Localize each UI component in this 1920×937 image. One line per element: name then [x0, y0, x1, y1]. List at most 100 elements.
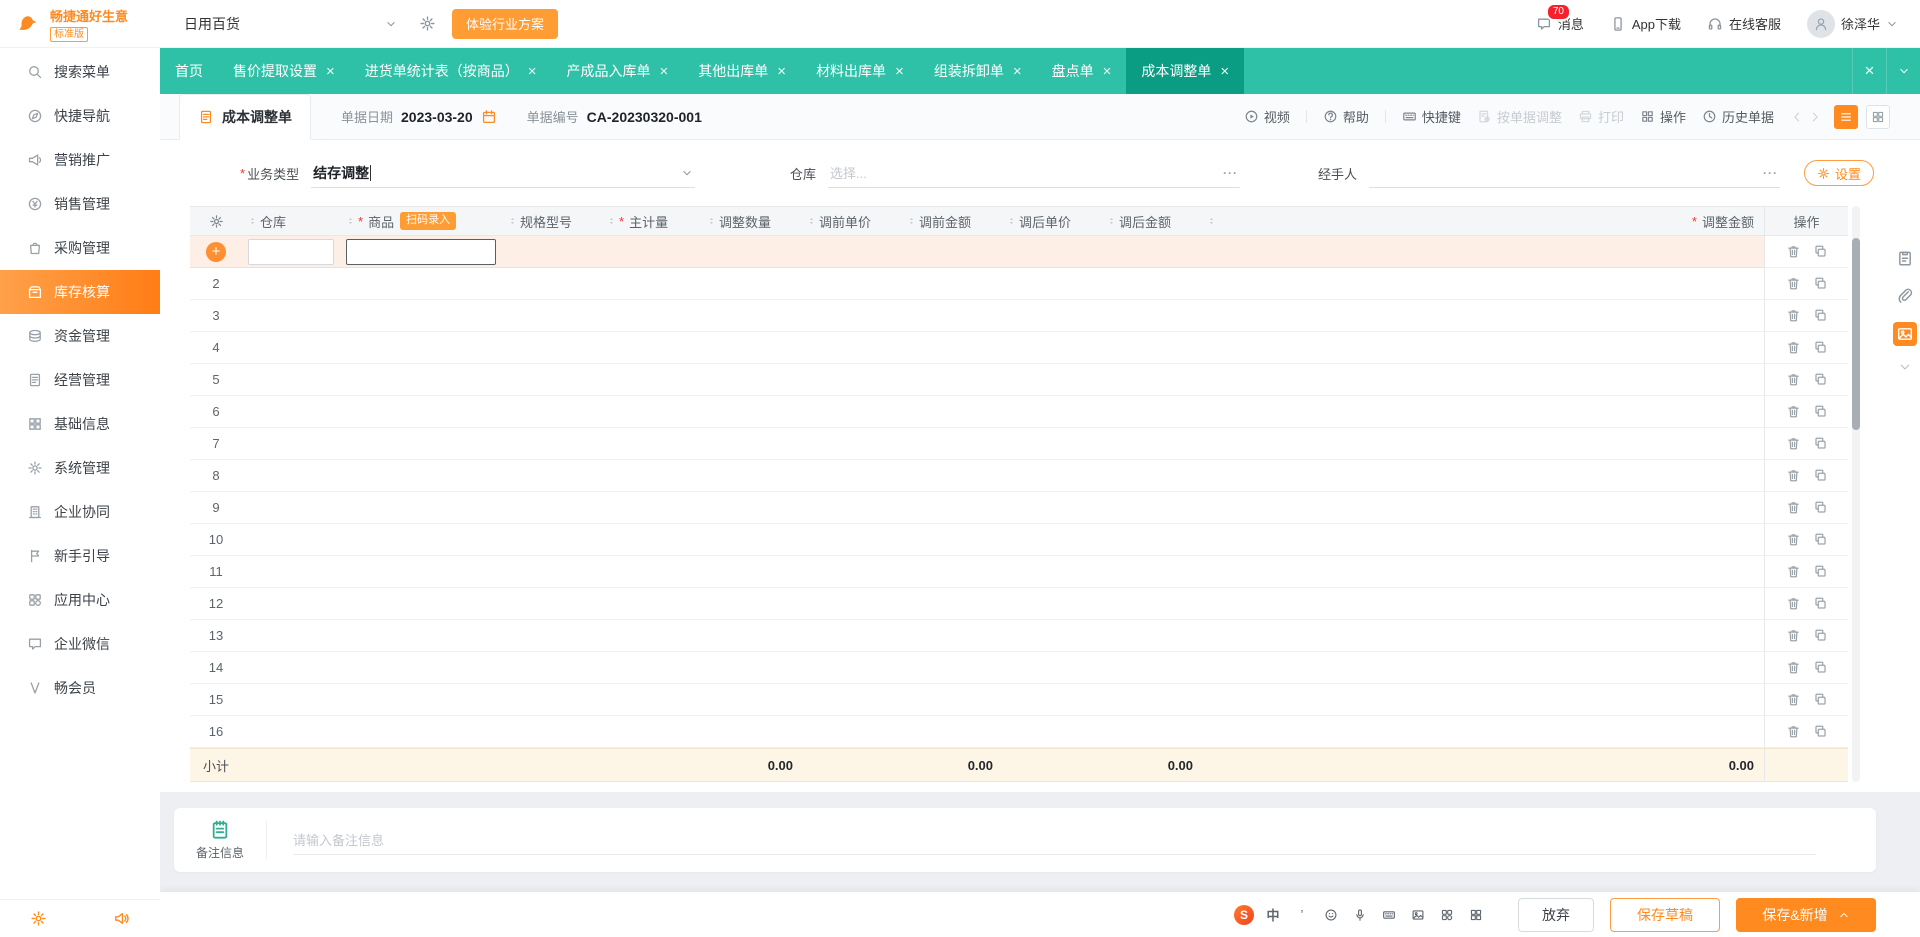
table-cell[interactable]: [1101, 620, 1201, 652]
delete-row-icon[interactable]: [1786, 500, 1801, 515]
table-cell[interactable]: [601, 524, 701, 556]
table-cell[interactable]: [1101, 492, 1201, 524]
table-cell[interactable]: [242, 620, 340, 652]
tab-close-icon[interactable]: ×: [1220, 64, 1229, 79]
sidebar-item-5[interactable]: 库存核算: [0, 270, 160, 314]
table-cell[interactable]: [502, 236, 601, 268]
sidebar-item-14[interactable]: 畅会员: [0, 666, 160, 710]
table-cell[interactable]: [601, 332, 701, 364]
copy-row-icon[interactable]: [1813, 628, 1828, 643]
table-cell[interactable]: [502, 428, 601, 460]
table-cell[interactable]: [801, 588, 901, 620]
delete-row-icon[interactable]: [1786, 724, 1801, 739]
messages-button[interactable]: 70 消息: [1536, 3, 1584, 33]
table-cell[interactable]: [1001, 588, 1101, 620]
copy-row-icon[interactable]: [1813, 564, 1828, 579]
table-cell[interactable]: [701, 492, 801, 524]
table-cell[interactable]: [1101, 332, 1201, 364]
copy-row-icon[interactable]: [1813, 340, 1828, 355]
copy-row-icon[interactable]: [1813, 724, 1828, 739]
tab-close-icon[interactable]: ×: [1013, 64, 1022, 79]
doc-toolbar-item-2[interactable]: 快捷键: [1402, 107, 1461, 126]
table-cell[interactable]: [502, 524, 601, 556]
table-cell[interactable]: [801, 236, 901, 268]
table-cell[interactable]: [1101, 428, 1201, 460]
product-cell-input[interactable]: [346, 238, 496, 265]
table-cell[interactable]: [1669, 716, 1764, 748]
table-cell[interactable]: [801, 652, 901, 684]
table-cell[interactable]: [601, 716, 701, 748]
copy-row-icon[interactable]: [1813, 276, 1828, 291]
table-cell[interactable]: [1669, 332, 1764, 364]
table-cell[interactable]: [502, 492, 601, 524]
table-cell[interactable]: [701, 396, 801, 428]
ime-emoji-icon[interactable]: [1321, 905, 1341, 925]
table-cell[interactable]: [1669, 236, 1764, 268]
table-cell[interactable]: [242, 588, 340, 620]
table-cell[interactable]: [701, 428, 801, 460]
table-cell[interactable]: [1201, 492, 1669, 524]
delete-row-icon[interactable]: [1786, 340, 1801, 355]
table-cell[interactable]: [701, 620, 801, 652]
app-download-button[interactable]: App下载: [1610, 14, 1681, 33]
doc-toolbar-item-0[interactable]: 视频: [1244, 107, 1290, 126]
col-header-before_amount[interactable]: 调前金额: [901, 206, 1001, 236]
table-cell[interactable]: [701, 332, 801, 364]
table-cell[interactable]: [901, 588, 1001, 620]
col-header-unit[interactable]: * 主计量: [601, 206, 701, 236]
sidebar-item-12[interactable]: 应用中心: [0, 578, 160, 622]
doc-tab-cost-adjustment[interactable]: 成本调整单: [179, 94, 311, 140]
tab-close-icon[interactable]: ×: [528, 64, 537, 79]
tab-close-icon[interactable]: ×: [895, 64, 904, 79]
doc-toolbar-item-6[interactable]: 历史单据: [1702, 107, 1774, 126]
business-type-select[interactable]: 结存调整: [311, 158, 695, 188]
table-cell[interactable]: [801, 332, 901, 364]
number-value[interactable]: CA-20230320-001: [587, 109, 702, 125]
table-cell[interactable]: [901, 524, 1001, 556]
user-menu[interactable]: 徐泽华: [1806, 9, 1898, 38]
table-cell[interactable]: [1669, 556, 1764, 588]
delete-row-icon[interactable]: [1786, 660, 1801, 675]
tab-4[interactable]: 其他出库单 ×: [683, 48, 801, 94]
table-cell[interactable]: [801, 620, 901, 652]
table-cell[interactable]: [1201, 300, 1669, 332]
table-cell[interactable]: [502, 332, 601, 364]
table-cell[interactable]: [601, 684, 701, 716]
copy-row-icon[interactable]: [1813, 436, 1828, 451]
table-cell[interactable]: [502, 620, 601, 652]
table-cell[interactable]: [1201, 684, 1669, 716]
delete-row-icon[interactable]: [1786, 436, 1801, 451]
doc-toolbar-item-1[interactable]: 帮助: [1323, 107, 1369, 126]
table-cell[interactable]: [1201, 524, 1669, 556]
ime-skin-icon[interactable]: [1408, 905, 1428, 925]
col-header-spacer[interactable]: [1201, 206, 1669, 236]
table-cell[interactable]: [801, 716, 901, 748]
add-row-button[interactable]: +: [206, 241, 226, 262]
table-cell[interactable]: [601, 364, 701, 396]
col-header-after_price[interactable]: 调后单价: [1001, 206, 1101, 236]
table-cell[interactable]: [601, 268, 701, 300]
tabs-menu-icon[interactable]: [1886, 48, 1920, 94]
ime-toolbox-icon[interactable]: [1437, 905, 1457, 925]
table-cell[interactable]: [1001, 396, 1101, 428]
delete-row-icon[interactable]: [1786, 468, 1801, 483]
delete-row-icon[interactable]: [1786, 532, 1801, 547]
table-cell[interactable]: [801, 524, 901, 556]
table-cell[interactable]: [901, 364, 1001, 396]
table-cell[interactable]: [1201, 428, 1669, 460]
table-cell[interactable]: [801, 428, 901, 460]
table-cell[interactable]: [1101, 300, 1201, 332]
table-cell[interactable]: [502, 556, 601, 588]
table-cell[interactable]: [502, 588, 601, 620]
table-cell[interactable]: [340, 652, 502, 684]
copy-row-icon[interactable]: [1813, 468, 1828, 483]
sidebar-item-8[interactable]: 基础信息: [0, 402, 160, 446]
delete-row-icon[interactable]: [1786, 628, 1801, 643]
announcement-icon[interactable]: [113, 910, 130, 927]
table-cell[interactable]: [701, 716, 801, 748]
col-header-product[interactable]: * 商品 扫码录入: [340, 206, 502, 236]
doc-toolbar-item-5[interactable]: 操作: [1640, 107, 1686, 126]
handler-more-button[interactable]: ···: [1763, 166, 1778, 180]
sidebar-item-9[interactable]: 系统管理: [0, 446, 160, 490]
table-cell[interactable]: [1669, 396, 1764, 428]
